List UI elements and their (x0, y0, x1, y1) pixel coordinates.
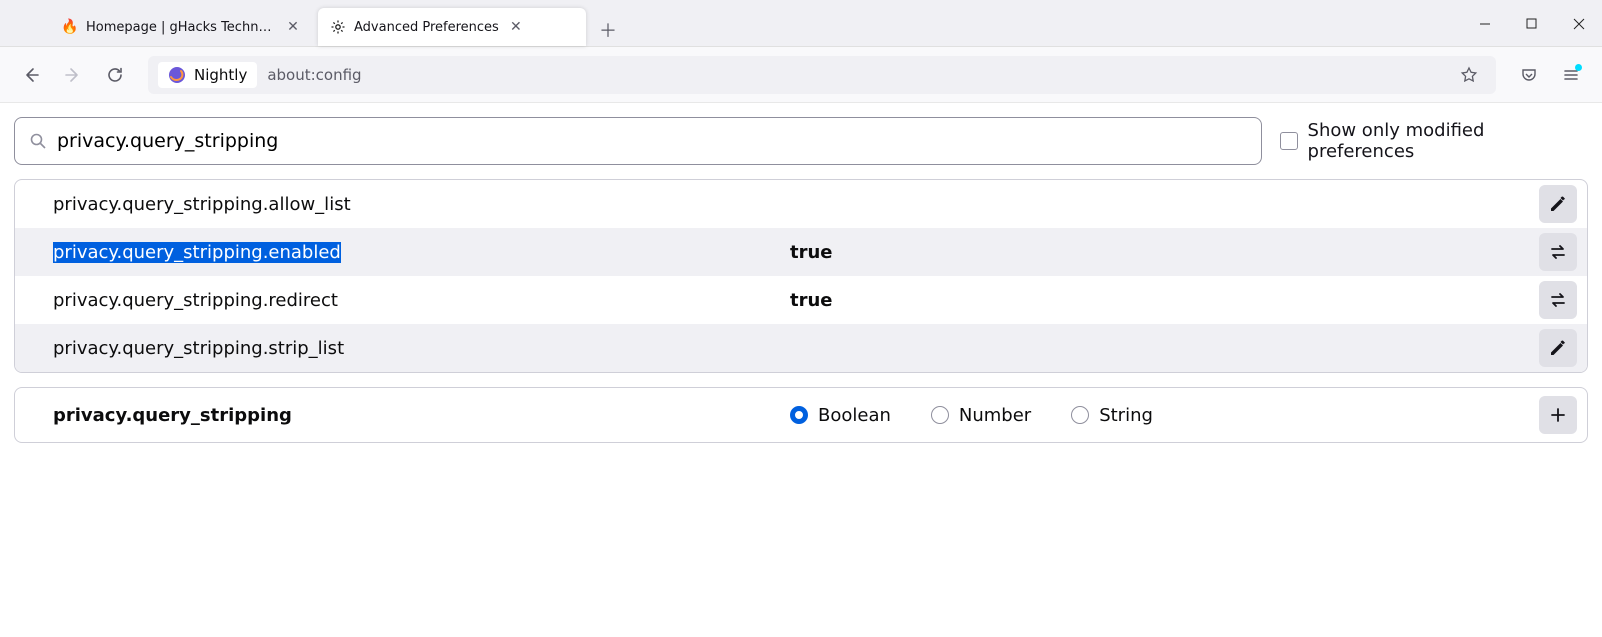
url-text: about:config (267, 66, 361, 84)
tab-bar: 🔥 Homepage | gHacks Technolog ✕ Advanced… (0, 0, 1602, 47)
plus-icon (1549, 406, 1567, 424)
pref-search-input[interactable] (57, 130, 1247, 152)
pref-search-box[interactable] (14, 117, 1262, 165)
tab-advanced-preferences[interactable]: Advanced Preferences ✕ (318, 8, 586, 46)
back-button[interactable] (14, 58, 48, 92)
pocket-icon[interactable] (1512, 58, 1546, 92)
radio-icon (931, 406, 949, 424)
pref-row[interactable]: privacy.query_stripping.allow_list (15, 180, 1587, 228)
tab-title: Advanced Preferences (354, 20, 499, 35)
tab-title: Homepage | gHacks Technolog (86, 20, 276, 35)
add-button[interactable] (1539, 396, 1577, 434)
pref-name: privacy.query_stripping.strip_list (53, 328, 790, 369)
show-only-modified-label: Show only modified preferences (1308, 120, 1588, 162)
checkbox-icon[interactable] (1280, 132, 1298, 150)
pref-name: privacy.query_stripping.allow_list (53, 184, 790, 225)
pref-name: privacy.query_stripping.enabled (53, 232, 790, 273)
search-icon (29, 132, 47, 150)
radio-label: Number (959, 405, 1031, 426)
window-controls (1461, 0, 1602, 47)
close-icon[interactable]: ✕ (507, 18, 525, 36)
pref-row[interactable]: privacy.query_stripping.strip_list (15, 324, 1587, 372)
pref-name: privacy.query_stripping.redirect (53, 280, 790, 321)
pref-value: true (790, 242, 1527, 263)
minimize-button[interactable] (1461, 0, 1508, 47)
search-row: Show only modified preferences (14, 117, 1588, 165)
add-pref-row: privacy.query_stripping Boolean Number S… (15, 388, 1587, 442)
add-pref-name: privacy.query_stripping (53, 405, 790, 426)
maximize-button[interactable] (1508, 0, 1555, 47)
type-radio-string[interactable]: String (1071, 405, 1153, 426)
pref-table: privacy.query_stripping.allow_list priva… (14, 179, 1588, 373)
about-config-content: Show only modified preferences privacy.q… (0, 103, 1602, 457)
toggle-button[interactable] (1539, 281, 1577, 319)
bookmark-star-icon[interactable] (1452, 58, 1486, 92)
gear-icon (330, 19, 346, 35)
radio-icon (1071, 406, 1089, 424)
reload-button[interactable] (98, 58, 132, 92)
identity-box[interactable]: Nightly (158, 62, 257, 88)
radio-label: Boolean (818, 405, 891, 426)
pencil-icon (1549, 195, 1567, 213)
pref-row[interactable]: privacy.query_stripping.enabled true (15, 228, 1587, 276)
add-pref-box: privacy.query_stripping Boolean Number S… (14, 387, 1588, 443)
radio-label: String (1099, 405, 1153, 426)
pref-value: true (790, 290, 1527, 311)
toggle-button[interactable] (1539, 233, 1577, 271)
close-window-button[interactable] (1555, 0, 1602, 47)
pencil-icon (1549, 339, 1567, 357)
edit-button[interactable] (1539, 185, 1577, 223)
type-select-group: Boolean Number String (790, 405, 1527, 426)
favicon-ghacks-icon: 🔥 (62, 19, 78, 35)
pref-row[interactable]: privacy.query_stripping.redirect true (15, 276, 1587, 324)
firefox-nightly-icon (168, 66, 186, 84)
show-only-modified[interactable]: Show only modified preferences (1280, 120, 1588, 162)
forward-button[interactable] (56, 58, 90, 92)
new-tab-button[interactable]: ＋ (592, 14, 624, 46)
toggle-arrows-icon (1548, 290, 1568, 310)
type-radio-boolean[interactable]: Boolean (790, 405, 891, 426)
radio-icon (790, 406, 808, 424)
close-icon[interactable]: ✕ (284, 18, 302, 36)
app-menu-button[interactable] (1554, 58, 1588, 92)
tab-ghacks[interactable]: 🔥 Homepage | gHacks Technolog ✕ (50, 8, 318, 46)
identity-label: Nightly (194, 66, 247, 84)
url-bar[interactable]: Nightly about:config (148, 56, 1496, 94)
toggle-arrows-icon (1548, 242, 1568, 262)
nav-toolbar: Nightly about:config (0, 47, 1602, 103)
edit-button[interactable] (1539, 329, 1577, 367)
type-radio-number[interactable]: Number (931, 405, 1031, 426)
